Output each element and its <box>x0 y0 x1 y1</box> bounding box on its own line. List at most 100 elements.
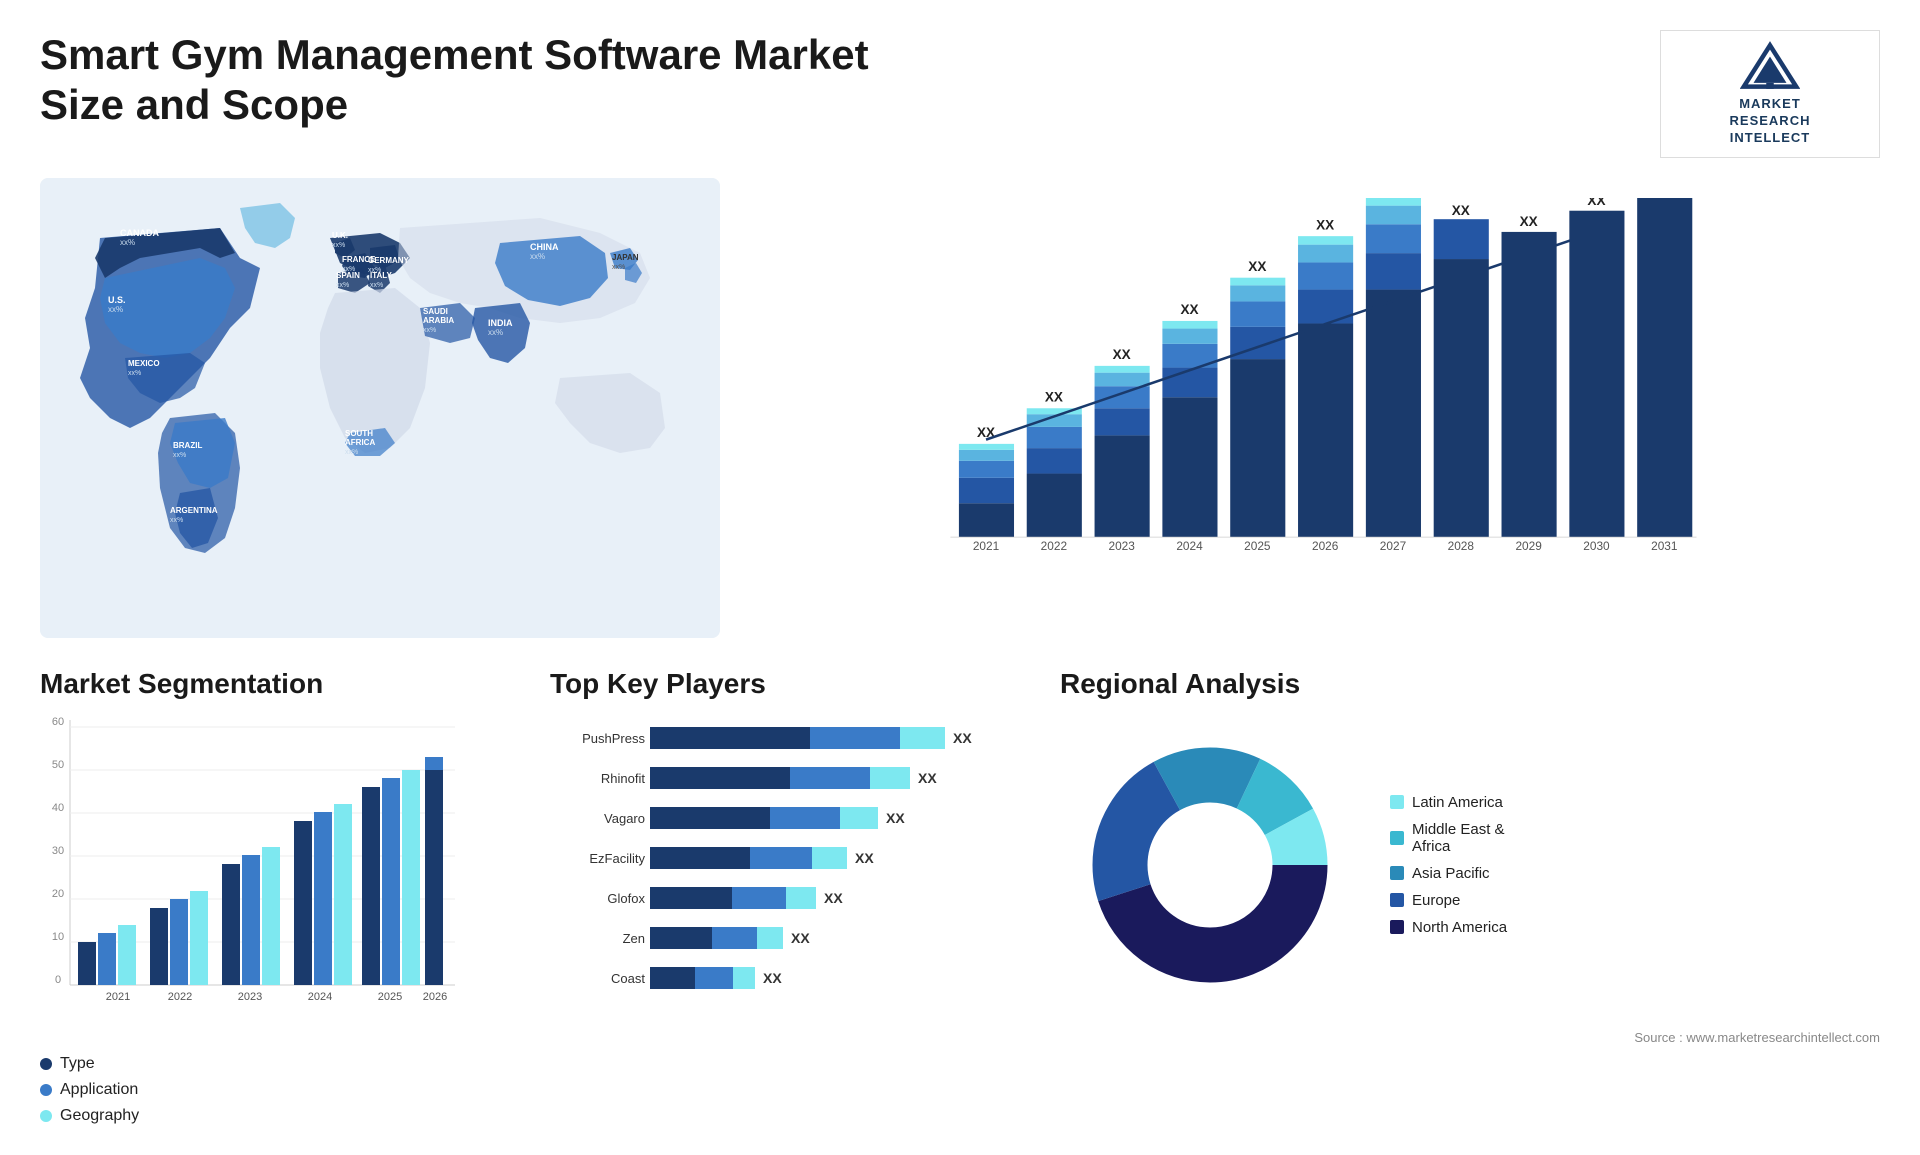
svg-text:40: 40 <box>52 802 64 814</box>
latin-america-label: Latin America <box>1412 794 1503 811</box>
svg-text:XX: XX <box>1113 347 1131 362</box>
svg-text:SAUDI: SAUDI <box>423 307 448 316</box>
svg-text:U.K.: U.K. <box>332 231 348 240</box>
svg-text:XX: XX <box>763 970 782 986</box>
type-dot <box>40 1058 52 1070</box>
svg-text:xx%: xx% <box>173 452 186 459</box>
svg-text:xx%: xx% <box>530 252 545 261</box>
logo: MARKETRESEARCHINTELLECT <box>1660 30 1880 158</box>
bar-2021-seg3 <box>959 460 1014 477</box>
svg-text:xx%: xx% <box>488 328 503 337</box>
svg-text:INDIA: INDIA <box>488 318 513 328</box>
svg-text:2023: 2023 <box>238 991 262 1003</box>
logo-text: MARKETRESEARCHINTELLECT <box>1730 96 1811 147</box>
mea-square <box>1390 831 1404 845</box>
svg-text:CHINA: CHINA <box>530 242 559 252</box>
svg-text:U.S.: U.S. <box>108 295 126 305</box>
svg-text:2025: 2025 <box>1244 539 1271 553</box>
svg-text:xx%: xx% <box>170 517 183 524</box>
svg-text:Vagaro: Vagaro <box>604 811 645 826</box>
svg-text:SOUTH: SOUTH <box>345 429 373 438</box>
geography-dot <box>40 1110 52 1122</box>
svg-text:BRAZIL: BRAZIL <box>173 441 202 450</box>
legend-latin-america: Latin America <box>1390 794 1507 811</box>
segmentation-title: Market Segmentation <box>40 668 520 700</box>
legend-mea: Middle East &Africa <box>1390 821 1507 855</box>
svg-text:JAPAN: JAPAN <box>612 253 639 262</box>
svg-text:Zen: Zen <box>623 931 645 946</box>
svg-text:XX: XX <box>1520 214 1538 229</box>
svg-text:XX: XX <box>1180 302 1198 317</box>
page-header: Smart Gym Management Software Market Siz… <box>40 30 1880 158</box>
logo-icon <box>1740 41 1800 91</box>
svg-text:20: 20 <box>52 888 64 900</box>
donut-area: Latin America Middle East &Africa Asia P… <box>1060 715 1880 1015</box>
map-svg: CANADA xx% U.S. xx% MEXICO xx% BRAZIL xx… <box>40 178 720 638</box>
world-map: CANADA xx% U.S. xx% MEXICO xx% BRAZIL xx… <box>40 178 720 638</box>
bar-2021-seg4 <box>959 449 1014 460</box>
svg-text:XX: XX <box>1316 217 1334 232</box>
europe-square <box>1390 893 1404 907</box>
segmentation-chart: 0 10 20 30 40 50 60 2021 <box>40 715 460 1035</box>
svg-text:2022: 2022 <box>1041 539 1067 553</box>
svg-text:EzFacility: EzFacility <box>589 851 645 866</box>
europe-label: Europe <box>1412 892 1460 909</box>
svg-text:xx%: xx% <box>120 238 135 247</box>
legend-geography: Geography <box>40 1107 520 1125</box>
source-text: Source : www.marketresearchintellect.com <box>1060 1030 1880 1045</box>
svg-text:SPAIN: SPAIN <box>336 271 360 280</box>
svg-text:2026: 2026 <box>1312 539 1339 553</box>
svg-text:XX: XX <box>918 770 937 786</box>
application-label: Application <box>60 1081 138 1099</box>
regional-title: Regional Analysis <box>1060 668 1880 700</box>
svg-text:XX: XX <box>1248 259 1266 274</box>
svg-text:10: 10 <box>52 931 64 943</box>
asia-pacific-square <box>1390 866 1404 880</box>
svg-text:XX: XX <box>953 730 972 746</box>
svg-text:50: 50 <box>52 759 64 771</box>
svg-text:xx%: xx% <box>128 370 141 377</box>
svg-text:xx%: xx% <box>423 327 436 334</box>
svg-text:XX: XX <box>1587 198 1605 208</box>
asia-pacific-label: Asia Pacific <box>1412 865 1490 882</box>
top-section: CANADA xx% U.S. xx% MEXICO xx% BRAZIL xx… <box>40 178 1880 638</box>
legend-europe: Europe <box>1390 892 1507 909</box>
svg-text:xx%: xx% <box>108 305 123 314</box>
svg-text:60: 60 <box>52 716 64 728</box>
legend-type: Type <box>40 1055 520 1073</box>
application-dot <box>40 1084 52 1096</box>
regional-legend: Latin America Middle East &Africa Asia P… <box>1390 794 1507 936</box>
svg-text:2030: 2030 <box>1583 539 1610 553</box>
svg-text:xx%: xx% <box>370 282 383 289</box>
svg-text:XX: XX <box>1452 203 1470 218</box>
svg-text:CANADA: CANADA <box>120 228 159 238</box>
north-america-square <box>1390 920 1404 934</box>
svg-text:0: 0 <box>55 974 61 986</box>
segmentation-legend: Type Application Geography <box>40 1055 520 1125</box>
players-title: Top Key Players <box>550 668 1030 700</box>
svg-text:PushPress: PushPress <box>582 731 645 746</box>
svg-text:xx%: xx% <box>336 282 349 289</box>
svg-text:Glofox: Glofox <box>607 891 645 906</box>
svg-text:Coast: Coast <box>611 971 645 986</box>
svg-text:2022: 2022 <box>168 991 192 1003</box>
legend-north-america: North America <box>1390 919 1507 936</box>
segmentation-section: Market Segmentation 0 10 20 30 40 50 60 <box>40 668 520 1125</box>
page-title: Smart Gym Management Software Market Siz… <box>40 30 940 131</box>
type-label: Type <box>60 1055 95 1073</box>
legend-application: Application <box>40 1081 520 1099</box>
svg-text:ITALY: ITALY <box>370 271 392 280</box>
bottom-section: Market Segmentation 0 10 20 30 40 50 60 <box>40 668 1880 1125</box>
svg-text:xx%: xx% <box>612 264 625 271</box>
svg-text:AFRICA: AFRICA <box>345 438 375 447</box>
svg-text:XX: XX <box>855 850 874 866</box>
bar-chart-container: XX 2021 XX 2022 XX 2023 XX 20 <box>750 178 1880 638</box>
legend-asia-pacific: Asia Pacific <box>1390 865 1507 882</box>
donut-chart <box>1060 715 1360 1015</box>
players-section: Top Key Players PushPress XX Rhinofit XX… <box>550 668 1030 1125</box>
svg-text:XX: XX <box>886 810 905 826</box>
north-america-label: North America <box>1412 919 1507 936</box>
bar-2021-seg5 <box>959 444 1014 450</box>
svg-text:2024: 2024 <box>308 991 332 1003</box>
svg-text:30: 30 <box>52 845 64 857</box>
